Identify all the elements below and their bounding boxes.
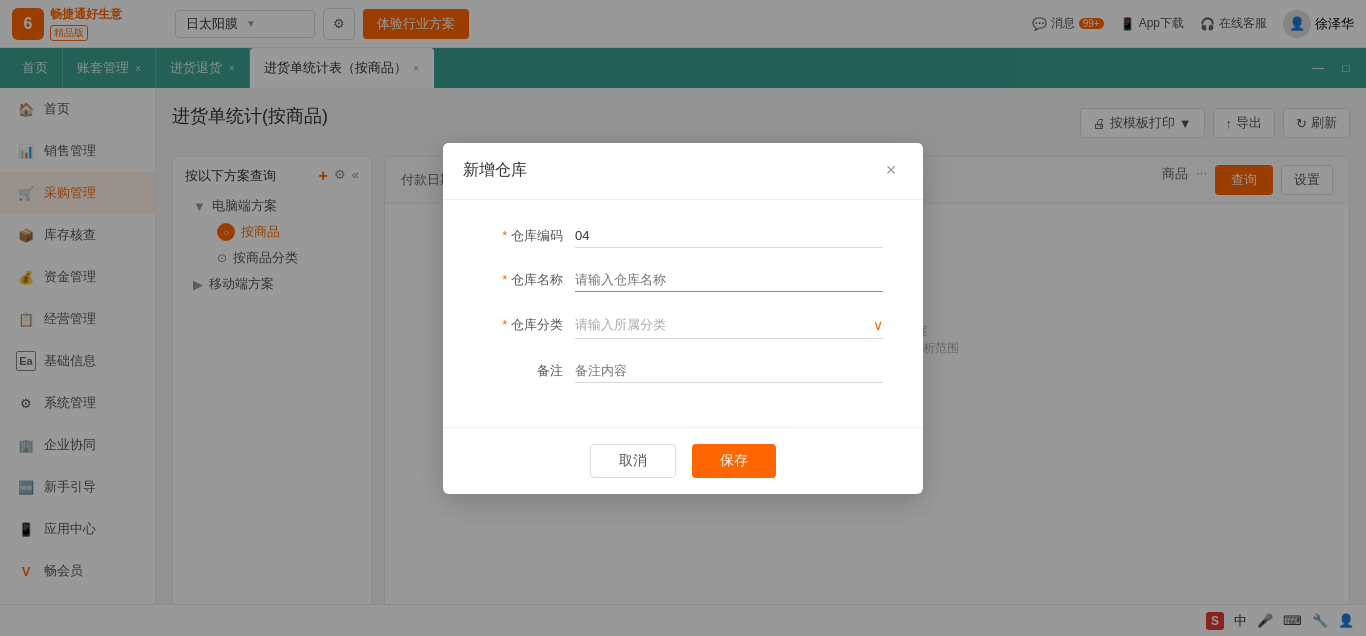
form-row-name: 仓库名称 <box>483 268 883 292</box>
form-row-code: 仓库编码 <box>483 224 883 248</box>
code-label: 仓库编码 <box>483 227 563 245</box>
remark-input[interactable] <box>575 359 883 383</box>
save-button[interactable]: 保存 <box>692 444 776 478</box>
new-warehouse-dialog: 新增仓库 × 仓库编码 仓库名称 仓库分类 请输入所属分类 ∨ <box>443 143 923 494</box>
dialog-body: 仓库编码 仓库名称 仓库分类 请输入所属分类 ∨ 备注 <box>443 200 923 427</box>
remark-label: 备注 <box>483 362 563 380</box>
form-row-category: 仓库分类 请输入所属分类 ∨ <box>483 312 883 339</box>
code-input[interactable] <box>575 224 883 248</box>
cancel-button[interactable]: 取消 <box>590 444 676 478</box>
name-label: 仓库名称 <box>483 271 563 289</box>
dialog-overlay: 新增仓库 × 仓库编码 仓库名称 仓库分类 请输入所属分类 ∨ <box>0 0 1366 636</box>
category-label: 仓库分类 <box>483 316 563 334</box>
form-row-remark: 备注 <box>483 359 883 383</box>
dialog-header: 新增仓库 × <box>443 143 923 200</box>
dialog-close-button[interactable]: × <box>879 159 903 183</box>
name-input[interactable] <box>575 268 883 292</box>
dialog-title: 新增仓库 <box>463 160 527 181</box>
dialog-footer: 取消 保存 <box>443 427 923 494</box>
category-select[interactable]: 请输入所属分类 ∨ <box>575 312 883 339</box>
category-arrow-icon: ∨ <box>873 317 883 333</box>
